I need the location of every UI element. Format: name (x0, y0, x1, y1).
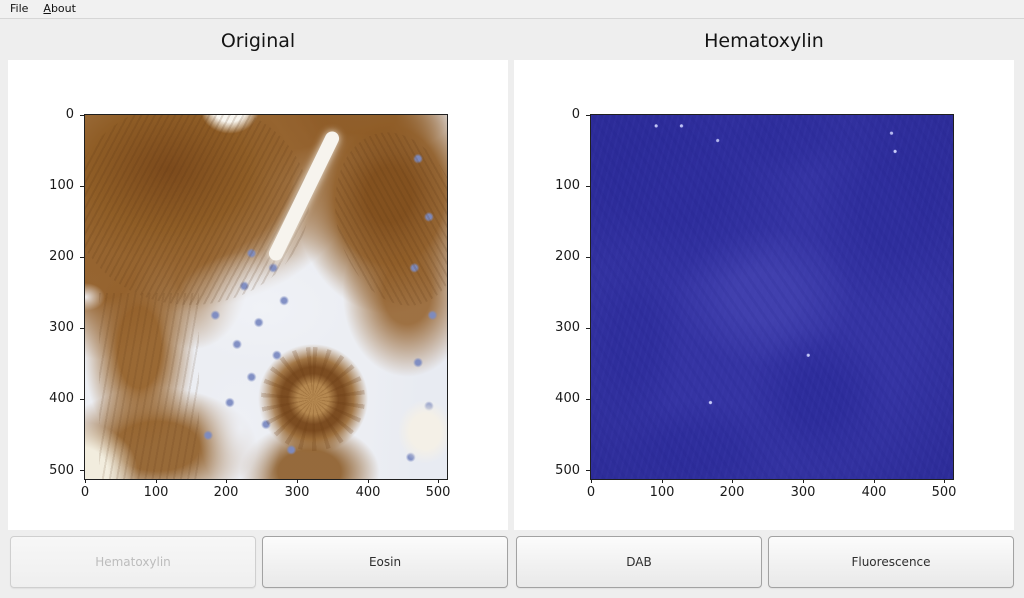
tick-mark (297, 479, 298, 483)
tick-mark (85, 479, 86, 483)
menu-file[interactable]: File (10, 0, 28, 18)
x-tick-label: 500 (425, 485, 451, 500)
tick-mark (591, 479, 592, 483)
tick-mark (803, 479, 804, 483)
menu-about-rest: bout (50, 2, 76, 15)
y-tick-label: 500 (49, 463, 74, 478)
y-tick-label: 100 (49, 178, 74, 193)
menu-about[interactable]: About (43, 0, 76, 18)
tick-mark (662, 479, 663, 483)
tick-mark (586, 328, 590, 329)
original-image (84, 114, 448, 480)
tick-mark (438, 479, 439, 483)
gland-fiber-texture (99, 293, 199, 479)
x-tick-label: 100 (143, 485, 169, 500)
fluorescence-button[interactable]: Fluorescence (768, 536, 1014, 588)
y-tick-label: 400 (555, 391, 580, 406)
x-tick-label: 400 (861, 485, 887, 500)
x-tick-label: 300 (790, 485, 816, 500)
x-tick-label: 500 (931, 485, 957, 500)
tick-mark (156, 479, 157, 483)
menu-about-accelerator: A (43, 2, 51, 15)
x-tick-label: 100 (649, 485, 675, 500)
tick-mark (226, 479, 227, 483)
tick-mark (80, 399, 84, 400)
tick-mark (80, 115, 84, 116)
tick-mark (586, 399, 590, 400)
y-tick-label: 300 (49, 320, 74, 335)
x-tick-label: 200 (213, 485, 239, 500)
x-tick-label: 0 (586, 485, 596, 500)
menu-bar: File About (0, 0, 1024, 19)
app-window: File About Original Hematoxylin 0 100 20… (0, 0, 1024, 598)
tick-mark (368, 479, 369, 483)
tick-mark (732, 479, 733, 483)
hematoxylin-button: Hematoxylin (10, 536, 256, 588)
gland-rosette-texture (261, 347, 365, 451)
x-tick-label: 200 (719, 485, 745, 500)
tick-mark (80, 186, 84, 187)
tick-mark (80, 328, 84, 329)
panel-title-hematoxylin: Hematoxylin (704, 30, 824, 52)
tick-mark (944, 479, 945, 483)
hematoxylin-image (590, 114, 954, 480)
tick-mark (80, 257, 84, 258)
tick-mark (586, 115, 590, 116)
tick-mark (80, 470, 84, 471)
y-tick-label: 100 (555, 178, 580, 193)
y-tick-label: 200 (555, 249, 580, 264)
original-figure-canvas: 0 100 200 300 400 500 0 100 200 300 400 … (8, 60, 508, 530)
dab-button[interactable]: DAB (516, 536, 762, 588)
x-tick-label: 0 (80, 485, 90, 500)
hematoxylin-figure-canvas: 0 100 200 300 400 500 0 100 200 300 400 … (514, 60, 1014, 530)
y-tick-label: 0 (65, 107, 74, 122)
tick-mark (586, 186, 590, 187)
y-tick-label: 400 (49, 391, 74, 406)
x-tick-label: 300 (284, 485, 310, 500)
panel-title-original: Original (220, 30, 296, 52)
stain-button-row: Hematoxylin Eosin DAB Fluorescence (0, 536, 1024, 588)
y-tick-label: 500 (555, 463, 580, 478)
tick-mark (874, 479, 875, 483)
y-tick-label: 200 (49, 249, 74, 264)
y-tick-label: 300 (555, 320, 580, 335)
eosin-button[interactable]: Eosin (262, 536, 508, 588)
x-tick-label: 400 (355, 485, 381, 500)
hematoxylin-fiber-texture (591, 115, 953, 479)
tick-mark (586, 470, 590, 471)
tick-mark (586, 257, 590, 258)
y-tick-label: 0 (571, 107, 580, 122)
